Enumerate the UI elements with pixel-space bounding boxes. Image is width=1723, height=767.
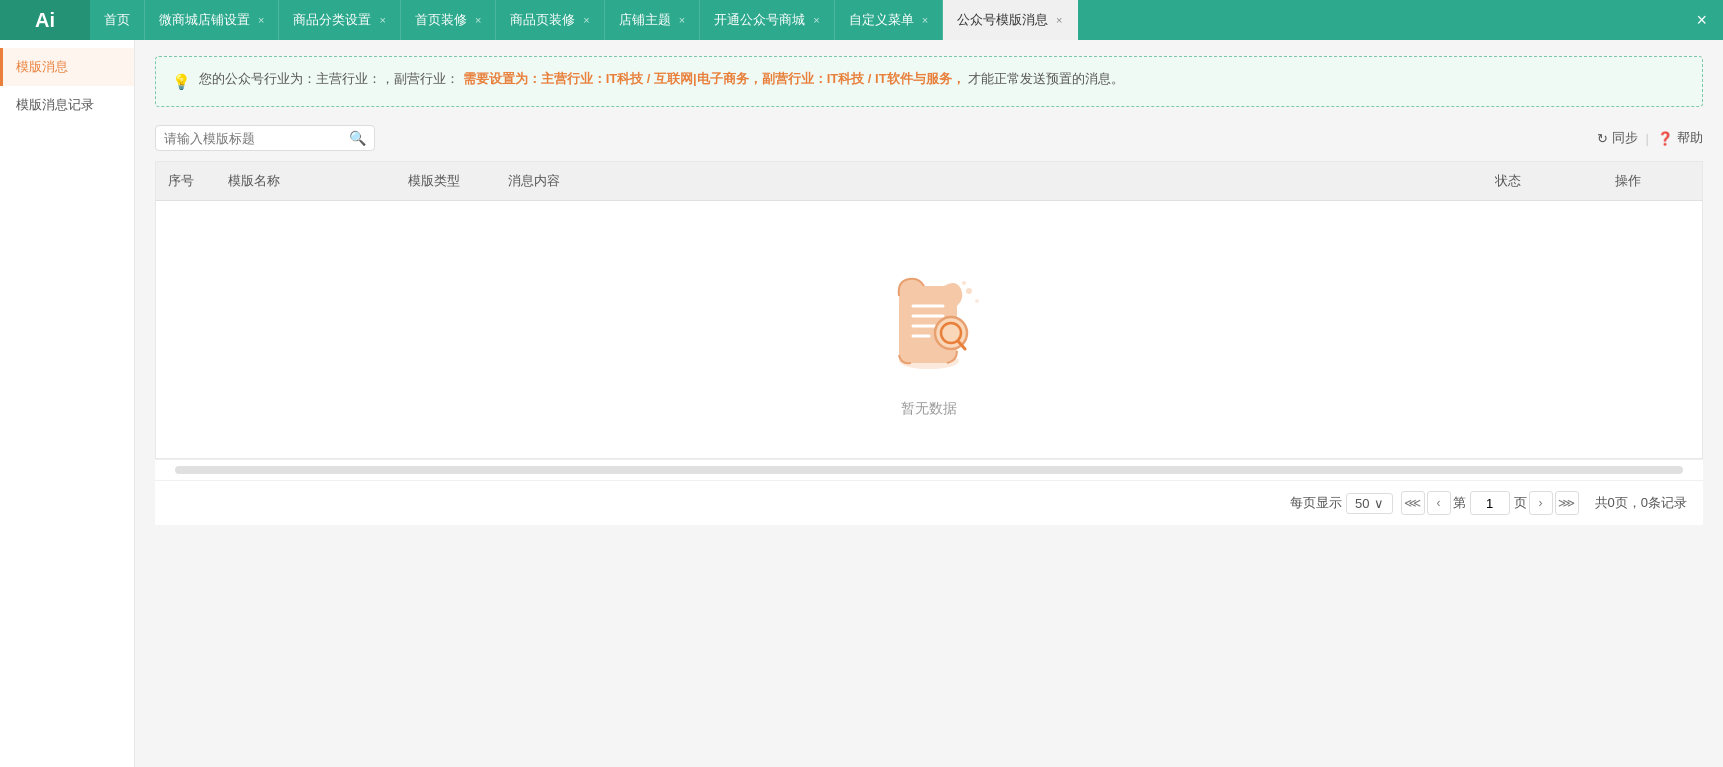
sync-icon: ↻ [1597,131,1608,146]
nav-tab-custom-menu[interactable]: 自定义菜单× [835,0,943,40]
col-header-name: 模版名称 [216,162,396,201]
main-layout: 模版消息模版消息记录 💡 您的公众号行业为：主营行业：，副营行业： 需要设置为：… [0,40,1723,767]
first-page-button[interactable]: ⋘ [1401,491,1425,515]
close-tab-template-msg[interactable]: × [1056,14,1062,26]
empty-row: 暂无数据 [156,201,1703,459]
top-nav: Ai 首页微商城店铺设置×商品分类设置×首页装修×商品页装修×店铺主题×开通公众… [0,0,1723,40]
page-label-before: 第 [1453,494,1466,512]
svg-point-9 [975,299,979,303]
close-tab-product-decoration[interactable]: × [583,14,589,26]
page-number-input[interactable] [1470,491,1510,515]
prev-page-button[interactable]: ‹ [1427,491,1451,515]
pagination-row: 每页显示 50 ∨ ⋘ ‹ 第 页 › ⋙ 共0页，0条记录 [155,480,1703,525]
col-header-type: 模版类型 [396,162,496,201]
sidebar: 模版消息模版消息记录 [0,40,135,767]
next-page-button[interactable]: › [1529,491,1553,515]
page-size-select: 每页显示 50 ∨ [1290,493,1392,514]
notice-icon: 💡 [172,70,191,94]
nav-tab-shop-theme[interactable]: 店铺主题× [605,0,700,40]
horizontal-scrollbar[interactable] [175,466,1683,474]
col-header-action: 操作 [1603,162,1703,201]
page-label-after: 页 [1514,494,1527,512]
brand-logo: Ai [0,0,90,40]
notice-text: 您的公众号行业为：主营行业：，副营行业： 需要设置为：主营行业：IT科技 / 互… [199,69,1124,90]
close-tab-category-settings[interactable]: × [379,14,385,26]
close-tab-shop-settings[interactable]: × [258,14,264,26]
col-header-status: 状态 [1483,162,1603,201]
svg-point-10 [962,281,966,285]
col-header-seq: 序号 [156,162,216,201]
sync-button[interactable]: ↻ 同步 [1597,129,1638,147]
page-input-area: 第 页 [1453,491,1527,515]
toolbar-divider: | [1646,131,1649,146]
sidebar-item-template-message-record[interactable]: 模版消息记录 [0,86,134,124]
toolbar-row: 🔍 ↻ 同步 | ❓ 帮助 [155,125,1703,151]
toolbar-right: ↻ 同步 | ❓ 帮助 [1597,129,1703,147]
close-tab-home-decoration[interactable]: × [475,14,481,26]
nav-tab-open-mall[interactable]: 开通公众号商城× [700,0,834,40]
help-icon: ❓ [1657,131,1673,146]
content-area: 💡 您的公众号行业为：主营行业：，副营行业： 需要设置为：主营行业：IT科技 /… [135,40,1723,767]
data-table: 序号 模版名称 模版类型 消息内容 状态 操作 [155,161,1703,459]
search-icon: 🔍 [349,130,366,146]
close-tab-shop-theme[interactable]: × [679,14,685,26]
page-size-dropdown[interactable]: 50 ∨ [1346,493,1392,514]
last-page-button[interactable]: ⋙ [1555,491,1579,515]
nav-tab-product-decoration[interactable]: 商品页装修× [496,0,604,40]
sidebar-item-template-message[interactable]: 模版消息 [0,48,134,86]
empty-illustration [869,261,989,381]
empty-text: 暂无数据 [176,400,1682,418]
svg-point-8 [966,288,972,294]
nav-tab-template-msg[interactable]: 公众号模版消息× [943,0,1077,40]
total-info: 共0页，0条记录 [1595,494,1687,512]
nav-tab-shop-settings[interactable]: 微商城店铺设置× [145,0,279,40]
nav-tab-home-decoration[interactable]: 首页装修× [401,0,496,40]
scrollbar-row [155,459,1703,480]
search-input[interactable] [164,131,349,146]
close-tab-open-mall[interactable]: × [813,14,819,26]
col-header-content: 消息内容 [496,162,1483,201]
per-page-label: 每页显示 [1290,494,1342,512]
close-all-tabs-button[interactable]: × [1680,0,1723,40]
help-button[interactable]: ❓ 帮助 [1657,129,1703,147]
close-tab-custom-menu[interactable]: × [922,14,928,26]
notice-box: 💡 您的公众号行业为：主营行业：，副营行业： 需要设置为：主营行业：IT科技 /… [155,56,1703,107]
nav-tab-home[interactable]: 首页 [90,0,145,40]
nav-tab-category-settings[interactable]: 商品分类设置× [279,0,400,40]
empty-state: 暂无数据 [156,201,1702,458]
page-navigation: ⋘ ‹ 第 页 › ⋙ [1401,491,1579,515]
search-button[interactable]: 🔍 [349,130,366,146]
search-box: 🔍 [155,125,375,151]
chevron-down-icon: ∨ [1374,496,1384,511]
table-header-row: 序号 模版名称 模版类型 消息内容 状态 操作 [156,162,1703,201]
nav-tabs: 首页微商城店铺设置×商品分类设置×首页装修×商品页装修×店铺主题×开通公众号商城… [90,0,1680,40]
